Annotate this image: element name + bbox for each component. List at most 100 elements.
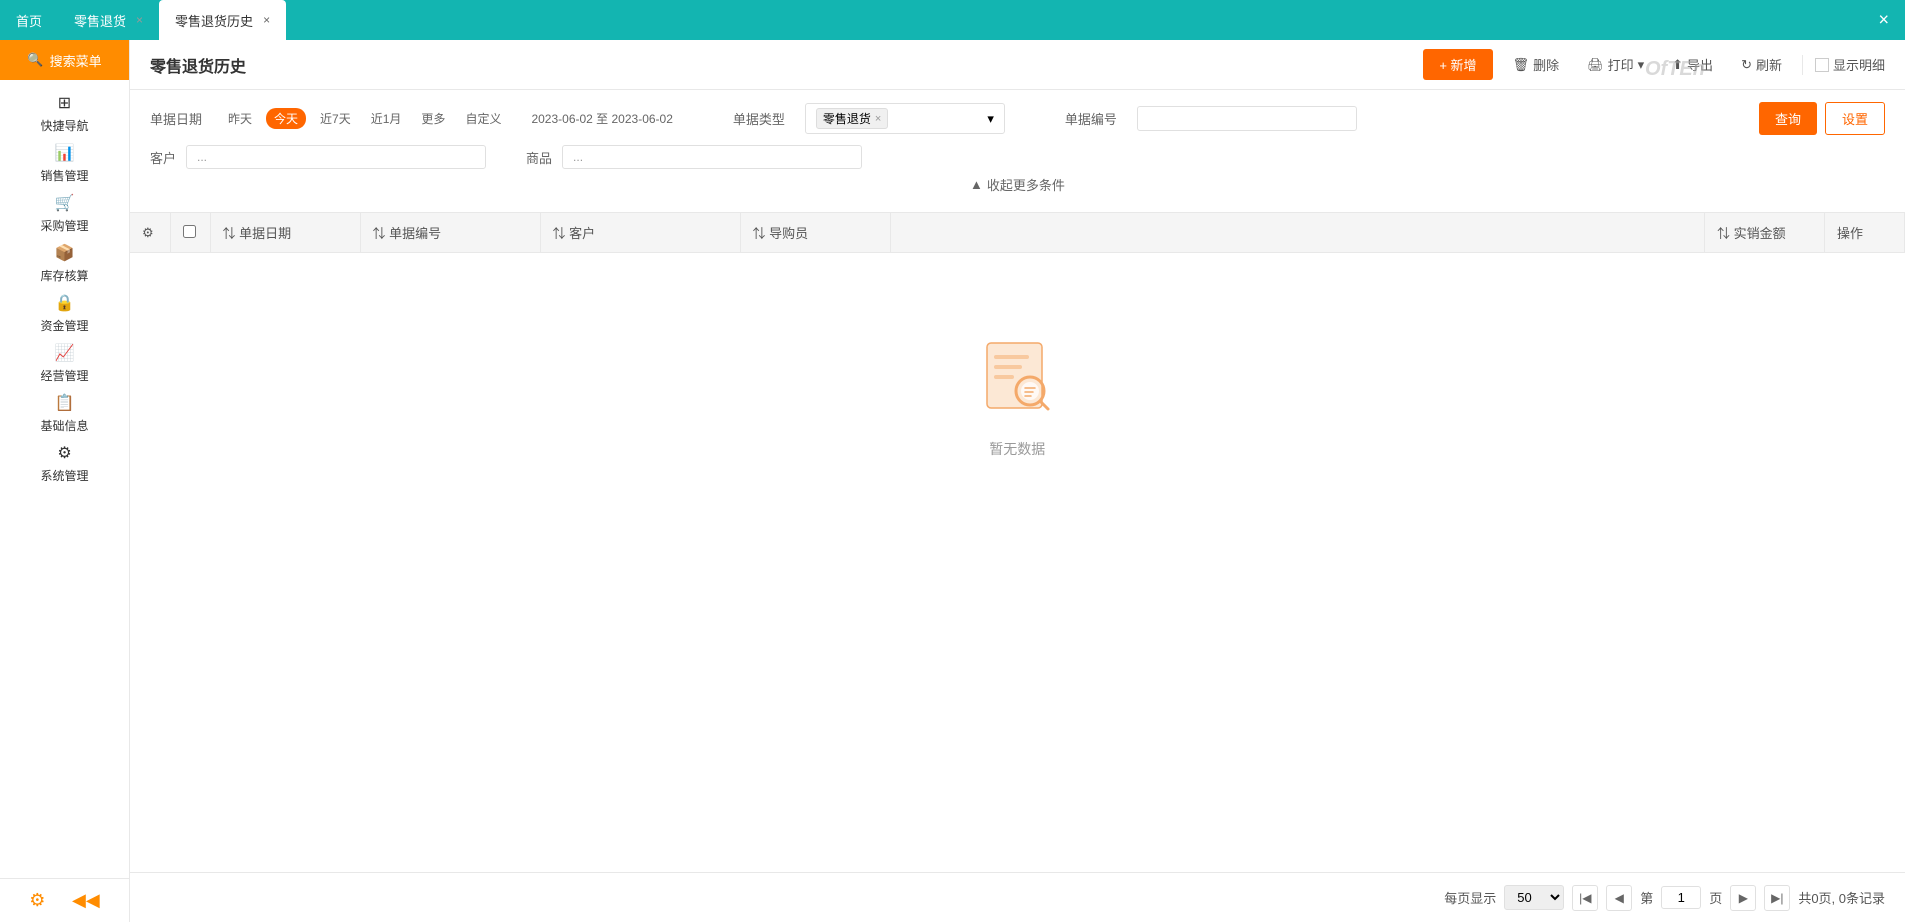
customer-filter-label: 客户 <box>150 148 176 167</box>
tab-retail-return-label: 零售退货 <box>74 11 126 30</box>
window-close-button[interactable]: × <box>1878 10 1889 31</box>
collapse-label: 收起更多条件 <box>987 175 1065 194</box>
sidebar-item-finance[interactable]: 🔒 资金管理 <box>0 288 129 338</box>
audio-bottom-icon[interactable]: ◀◀ <box>72 890 100 911</box>
table-body: 暂无数据 <box>130 253 1905 540</box>
operations-icon: 📈 <box>55 343 75 363</box>
refresh-label: 刷新 <box>1756 55 1782 74</box>
empty-state: 暂无数据 <box>130 253 1905 539</box>
sidebar: 🔍 搜索菜单 ⊞ 快捷导航 📊 销售管理 🛒 采购管理 📦 库存核算 🔒 <box>0 40 130 922</box>
delete-label: 删除 <box>1533 55 1559 74</box>
type-tag-close[interactable]: × <box>875 113 881 125</box>
empty-icon <box>972 333 1062 423</box>
col-check[interactable] <box>170 213 210 253</box>
sidebar-item-operations[interactable]: 📈 经营管理 <box>0 338 129 388</box>
date-opt-yesterday[interactable]: 昨天 <box>222 108 258 129</box>
sidebar-item-quick-nav-label: 快捷导航 <box>40 117 88 134</box>
tab-retail-return-history-label: 零售退货历史 <box>175 11 253 30</box>
page-title: 零售退货历史 <box>150 53 246 77</box>
page-number-input[interactable]: 1 <box>1661 886 1701 909</box>
print-label: 打印 <box>1608 55 1634 74</box>
date-filter-label: 单据日期 <box>150 109 202 128</box>
filter-area: 单据日期 昨天 今天 近7天 近1月 更多 自定义 2023-06-02 至 2… <box>130 90 1905 213</box>
date-opt-1month[interactable]: 近1月 <box>365 108 408 129</box>
refresh-icon: ↻ <box>1741 57 1752 73</box>
search-icon: 🔍 <box>27 52 43 68</box>
print-button[interactable]: 🖨 打印 ▾ <box>1579 51 1652 78</box>
col-date[interactable]: ⇅ 单据日期 <box>210 213 360 253</box>
main-layout: 🔍 搜索菜单 ⊞ 快捷导航 📊 销售管理 🛒 采购管理 📦 库存核算 🔒 <box>0 40 1905 922</box>
type-filter-select[interactable]: 零售退货 × ▾ <box>805 103 1005 134</box>
sidebar-item-quick-nav[interactable]: ⊞ 快捷导航 <box>0 88 129 138</box>
col-customer[interactable]: ⇅ 客户 <box>540 213 740 253</box>
sidebar-item-sales-mgmt[interactable]: 📊 销售管理 <box>0 138 129 188</box>
export-button[interactable]: ⬆ 导出 <box>1664 51 1721 78</box>
page-suffix: 页 <box>1709 888 1722 907</box>
col-guide[interactable]: ⇅ 导购员 <box>740 213 890 253</box>
customer-ellipsis: ... <box>197 150 207 164</box>
sidebar-item-base-info-label: 基础信息 <box>40 417 88 434</box>
date-opt-today[interactable]: 今天 <box>266 108 306 129</box>
sidebar-item-base-info[interactable]: 📋 基础信息 <box>0 388 129 438</box>
type-filter-tag: 零售退货 × <box>816 108 888 129</box>
filter-row-2: 客户 ... 商品 ... <box>150 145 1885 169</box>
sidebar-item-system[interactable]: ⚙ 系统管理 <box>0 438 129 488</box>
col-spacer <box>890 213 1705 253</box>
add-button[interactable]: + 新增 <box>1423 49 1492 80</box>
tab-retail-return[interactable]: 零售退货 × <box>58 0 159 40</box>
next-page-button[interactable]: ▶ <box>1730 885 1756 911</box>
select-all-checkbox[interactable] <box>183 225 196 238</box>
pagination-bar: 每页显示 10 20 50 100 |◀ ◀ 第 1 页 ▶ ▶| 共0页, 0… <box>130 872 1905 922</box>
goods-filter-input[interactable]: ... <box>562 145 862 169</box>
col-num[interactable]: ⇅ 单据编号 <box>360 213 540 253</box>
date-range-display: 2023-06-02 至 2023-06-02 <box>531 110 672 127</box>
display-toggle[interactable]: 显示明细 <box>1815 55 1885 74</box>
table-area: ⚙ ⇅ 单据日期 ⇅ 单据编号 ⇅ 客户 <box>130 213 1905 872</box>
goods-ellipsis: ... <box>573 150 583 164</box>
date-options: 昨天 今天 近7天 近1月 更多 自定义 <box>222 108 507 129</box>
display-toggle-checkbox[interactable] <box>1815 58 1829 72</box>
num-filter-label: 单据编号 <box>1065 109 1117 128</box>
tab-home[interactable]: 首页 <box>0 0 58 40</box>
query-button[interactable]: 查询 <box>1759 102 1817 135</box>
col-settings[interactable]: ⚙ <box>130 213 170 253</box>
table-header: ⚙ ⇅ 单据日期 ⇅ 单据编号 ⇅ 客户 <box>130 213 1905 253</box>
date-opt-more[interactable]: 更多 <box>415 108 451 129</box>
tab-retail-return-close[interactable]: × <box>136 13 143 27</box>
settings-bottom-icon[interactable]: ⚙ <box>29 890 45 911</box>
main-content: 零售退货历史 + 新增 🗑 删除 🖨 打印 ▾ ⬆ 导出 ↻ <box>130 40 1905 922</box>
total-records: 共0页, 0条记录 <box>1798 888 1885 907</box>
data-table: ⚙ ⇅ 单据日期 ⇅ 单据编号 ⇅ 客户 <box>130 213 1905 539</box>
tab-bar: 首页 零售退货 × 零售退货历史 × × <box>0 0 1905 40</box>
customer-filter-input[interactable]: ... <box>186 145 486 169</box>
sidebar-item-inventory-label: 库存核算 <box>40 267 88 284</box>
sidebar-item-purchase-mgmt[interactable]: 🛒 采购管理 <box>0 188 129 238</box>
settings-button[interactable]: 设置 <box>1825 102 1885 135</box>
filter-row-1: 单据日期 昨天 今天 近7天 近1月 更多 自定义 2023-06-02 至 2… <box>150 102 1885 135</box>
tab-home-label: 首页 <box>16 11 42 30</box>
page-size-label: 每页显示 <box>1444 888 1496 907</box>
purchase-icon: 🛒 <box>55 193 75 213</box>
num-filter-input[interactable] <box>1137 106 1357 131</box>
sidebar-item-inventory[interactable]: 📦 库存核算 <box>0 238 129 288</box>
print-icon: 🖨 <box>1587 57 1604 73</box>
page-size-select[interactable]: 10 20 50 100 <box>1504 885 1564 910</box>
delete-button[interactable]: 🗑 删除 <box>1505 51 1568 78</box>
sidebar-item-purchase-mgmt-label: 采购管理 <box>40 217 88 234</box>
date-opt-custom[interactable]: 自定义 <box>459 108 507 129</box>
refresh-button[interactable]: ↻ 刷新 <box>1733 51 1790 78</box>
tab-retail-return-history[interactable]: 零售退货历史 × <box>159 0 286 40</box>
date-opt-7days[interactable]: 近7天 <box>314 108 357 129</box>
sidebar-item-sales-mgmt-label: 销售管理 <box>40 167 88 184</box>
first-page-button[interactable]: |◀ <box>1572 885 1598 911</box>
sidebar-item-system-label: 系统管理 <box>40 467 88 484</box>
delete-icon: 🗑 <box>1513 57 1530 73</box>
last-page-button[interactable]: ▶| <box>1764 885 1790 911</box>
col-amount[interactable]: ⇅ 实销金额 <box>1705 213 1825 253</box>
sidebar-search[interactable]: 🔍 搜索菜单 <box>0 40 129 80</box>
prev-page-button[interactable]: ◀ <box>1606 885 1632 911</box>
collapse-conditions[interactable]: ▲ 收起更多条件 <box>150 169 1885 200</box>
tab-retail-return-history-close[interactable]: × <box>263 13 270 27</box>
print-dropdown-icon: ▾ <box>1638 57 1645 73</box>
sidebar-nav: ⊞ 快捷导航 📊 销售管理 🛒 采购管理 📦 库存核算 🔒 资金管理 📈 <box>0 80 129 878</box>
